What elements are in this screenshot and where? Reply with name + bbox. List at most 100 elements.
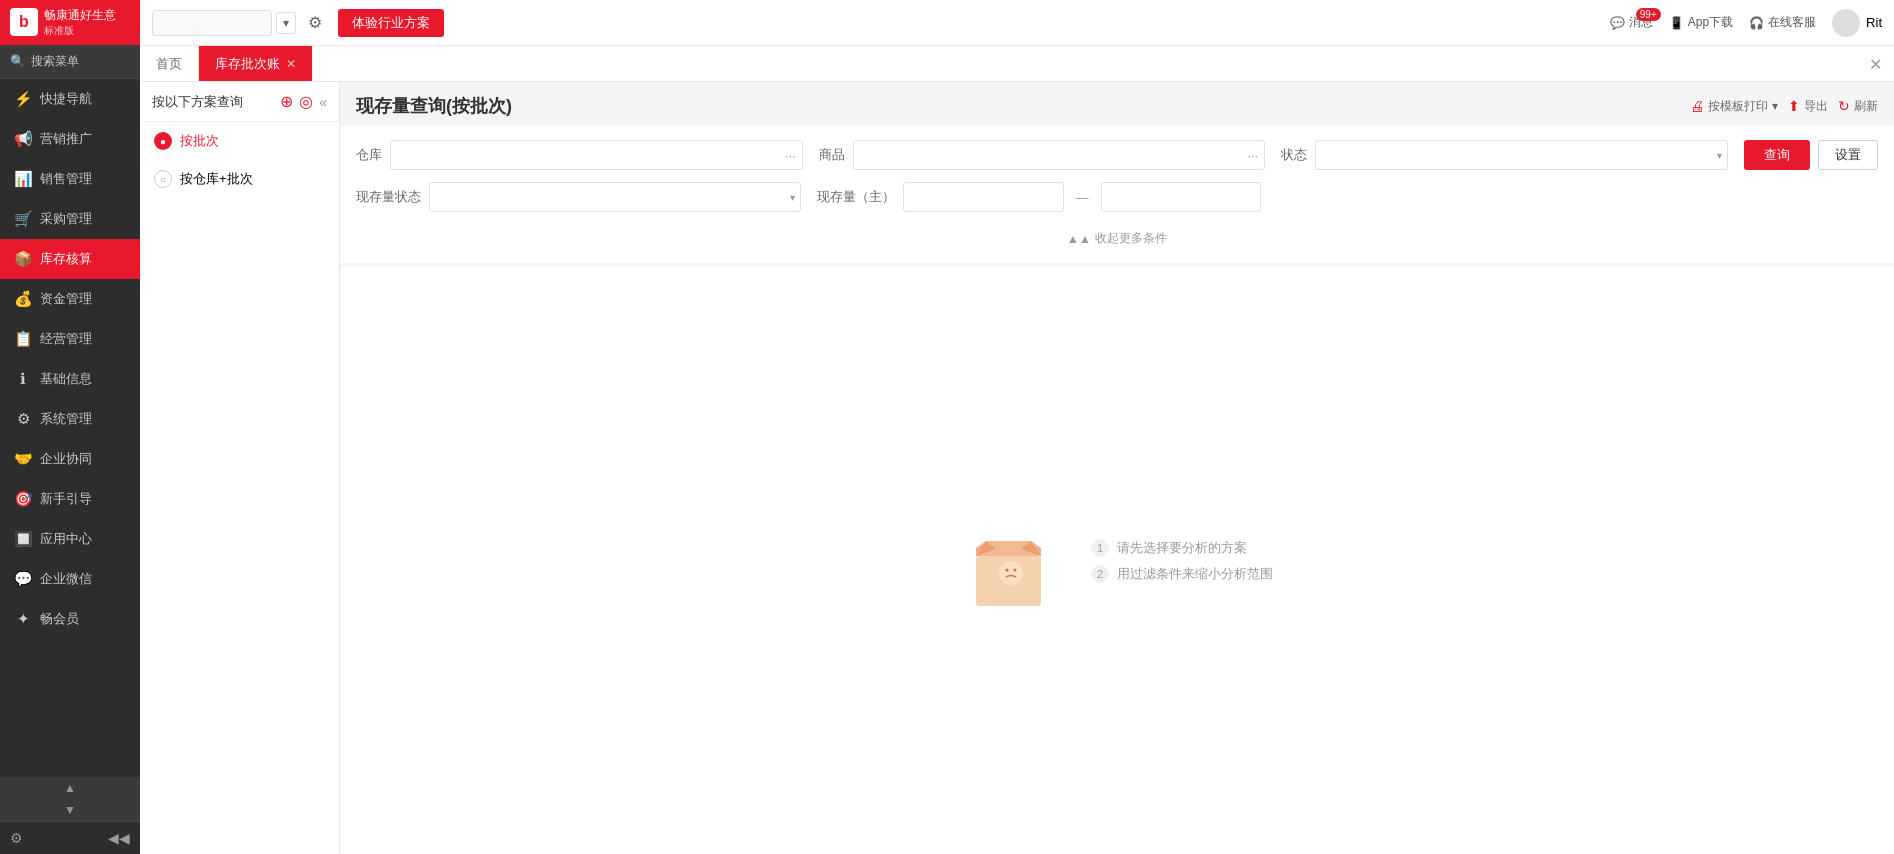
print-dropdown-icon[interactable]: ▾: [1772, 99, 1778, 113]
newuser-icon: 🎯: [14, 490, 32, 508]
app-title: 畅康通好生意 标准版: [44, 8, 116, 37]
inventory-qty-max-input[interactable]: [1101, 182, 1262, 212]
product-field: 商品 ···: [819, 140, 1266, 170]
settings-icon[interactable]: ⚙: [10, 830, 23, 846]
settings-button[interactable]: 设置: [1818, 140, 1878, 170]
sidebar-item-inventory[interactable]: 📦 库存核算: [0, 239, 140, 279]
step-2-number: 2: [1091, 565, 1109, 583]
page-title: 现存量查询(按批次): [356, 94, 512, 118]
tab-close-right-icon[interactable]: ✕: [1869, 54, 1882, 73]
sidebar-item-label: 系统管理: [40, 410, 92, 428]
left-panel-header: 按以下方案查询 ⊕ ◎ «: [140, 82, 339, 122]
sidebar-item-newuser[interactable]: 🎯 新手引导: [0, 479, 140, 519]
app-logo: b: [10, 8, 38, 36]
inventory-status-label: 现存量状态: [356, 188, 421, 206]
export-label: 导出: [1804, 98, 1828, 115]
sidebar-item-label: 营销推广: [40, 130, 92, 148]
app-download-label: App下载: [1688, 14, 1733, 31]
filter-row-1: 仓库 ··· 商品 ··· 状态: [356, 140, 1878, 170]
messages-button[interactable]: 💬 消息 99+: [1610, 14, 1653, 31]
tab-home[interactable]: 首页: [140, 46, 199, 81]
sidebar-nav: ⚡ 快捷导航 📢 营销推广 📊 销售管理 🛒 采购管理 📦 库存核算 💰 资金管…: [0, 79, 140, 777]
inventory-status-select[interactable]: [429, 182, 801, 212]
export-icon: ⬆: [1788, 98, 1800, 114]
product-more-icon[interactable]: ···: [1242, 148, 1265, 163]
topbar-actions: 💬 消息 99+ 📱 App下载 🎧 在线客服 Rit: [1610, 9, 1882, 37]
sidebar-collapse-icon[interactable]: ◀◀: [108, 830, 130, 846]
print-button[interactable]: 🖨 按模板打印 ▾: [1690, 98, 1778, 115]
sidebar-item-member[interactable]: ✦ 畅会员: [0, 599, 140, 639]
empty-text: 1 请先选择要分析的方案 2 用过滤条件来缩小分析范围: [1091, 539, 1273, 583]
empty-step-2: 2 用过滤条件来缩小分析范围: [1091, 565, 1273, 583]
topbar-search-input[interactable]: [152, 10, 272, 36]
manage-plan-icon[interactable]: ◎: [299, 92, 313, 111]
collapse-more-btn[interactable]: ▲▲ 收起更多条件: [356, 224, 1878, 249]
inventory-status-select-wrapper: ▾: [429, 182, 801, 212]
tab-batch-account[interactable]: 库存批次账 ✕: [199, 46, 313, 81]
empty-state: 1 请先选择要分析的方案 2 用过滤条件来缩小分析范围: [340, 267, 1894, 854]
sidebar-item-finance[interactable]: 💰 资金管理: [0, 279, 140, 319]
plan-item-warehouse-batch[interactable]: ○ 按仓库+批次: [140, 160, 339, 198]
sidebar-search-menu[interactable]: 🔍 搜索菜单: [0, 45, 140, 79]
quick-nav-icon: ⚡: [14, 90, 32, 108]
tab-batch-account-label: 库存批次账: [215, 55, 280, 73]
sidebar-item-sales[interactable]: 📊 销售管理: [0, 159, 140, 199]
sidebar-item-operations[interactable]: 📋 经营管理: [0, 319, 140, 359]
sidebar-item-quick-nav[interactable]: ⚡ 快捷导航: [0, 79, 140, 119]
inventory-qty-label: 现存量（主）: [817, 188, 895, 206]
app-download-button[interactable]: 📱 App下载: [1669, 14, 1733, 31]
page-header-actions: 🖨 按模板打印 ▾ ⬆ 导出 ↻ 刷新: [1690, 98, 1878, 115]
sidebar-item-marketing[interactable]: 📢 营销推广: [0, 119, 140, 159]
product-label: 商品: [819, 146, 845, 164]
sidebar-scroll-up[interactable]: ▲: [0, 777, 140, 799]
user-menu[interactable]: Rit: [1832, 9, 1882, 37]
messages-badge: 99+: [1636, 8, 1661, 21]
topbar-gear-icon[interactable]: ⚙: [308, 13, 322, 32]
status-select[interactable]: [1315, 140, 1728, 170]
sidebar-item-enterprise[interactable]: 🤝 企业协同: [0, 439, 140, 479]
sales-icon: 📊: [14, 170, 32, 188]
svg-point-4: [999, 561, 1023, 585]
left-panel-title: 按以下方案查询: [152, 93, 243, 111]
sidebar-item-system[interactable]: ⚙ 系统管理: [0, 399, 140, 439]
plan-item-batch[interactable]: ● 按批次: [140, 122, 339, 160]
online-service-label: 在线客服: [1768, 14, 1816, 31]
export-button[interactable]: ⬆ 导出: [1788, 98, 1828, 115]
sidebar-item-label: 企业协同: [40, 450, 92, 468]
warehouse-more-icon[interactable]: ···: [779, 148, 802, 163]
app-download-icon: 📱: [1669, 16, 1684, 30]
refresh-button[interactable]: ↻ 刷新: [1838, 98, 1878, 115]
sidebar-scroll-down[interactable]: ▼: [0, 799, 140, 821]
topbar-dropdown-button[interactable]: ▾: [276, 12, 296, 34]
svg-point-6: [1014, 568, 1017, 571]
sidebar-item-purchase[interactable]: 🛒 采购管理: [0, 199, 140, 239]
plan-active-icon: ●: [154, 132, 172, 150]
inventory-qty-min-input[interactable]: [903, 182, 1064, 212]
plan-item-label: 按批次: [180, 132, 219, 150]
svg-point-5: [1006, 568, 1009, 571]
tab-close-icon[interactable]: ✕: [286, 57, 296, 71]
sidebar-item-basic[interactable]: ℹ 基础信息: [0, 359, 140, 399]
sidebar-item-label: 快捷导航: [40, 90, 92, 108]
add-plan-icon[interactable]: ⊕: [280, 92, 293, 111]
online-service-button[interactable]: 🎧 在线客服: [1749, 14, 1816, 31]
collapse-panel-icon[interactable]: «: [319, 94, 327, 110]
search-icon: 🔍: [10, 54, 25, 68]
sidebar-item-label: 企业微信: [40, 570, 92, 588]
avatar: [1832, 9, 1860, 37]
query-button[interactable]: 查询: [1744, 140, 1810, 170]
filter-actions: 查询 设置: [1744, 140, 1878, 170]
product-input[interactable]: [854, 148, 1242, 163]
tabbar: 首页 库存批次账 ✕ ✕: [140, 46, 1894, 82]
purchase-icon: 🛒: [14, 210, 32, 228]
sidebar-item-wechat[interactable]: 💬 企业微信: [0, 559, 140, 599]
main-content: ▾ ⚙ 体验行业方案 💬 消息 99+ 📱 App下载 🎧 在线客服 Rit: [140, 0, 1894, 854]
sidebar-item-label: 经营管理: [40, 330, 92, 348]
collapse-chevron-icon: ▲▲: [1067, 232, 1091, 246]
inventory-qty-field: 现存量（主） —: [817, 182, 1262, 212]
refresh-label: 刷新: [1854, 98, 1878, 115]
content-area: 按以下方案查询 ⊕ ◎ « ● 按批次 ○ 按仓库+批次 现存量查询(按批次): [140, 82, 1894, 854]
sidebar-item-apps[interactable]: 🔲 应用中心: [0, 519, 140, 559]
trial-button[interactable]: 体验行业方案: [338, 9, 444, 37]
warehouse-input[interactable]: [391, 148, 779, 163]
